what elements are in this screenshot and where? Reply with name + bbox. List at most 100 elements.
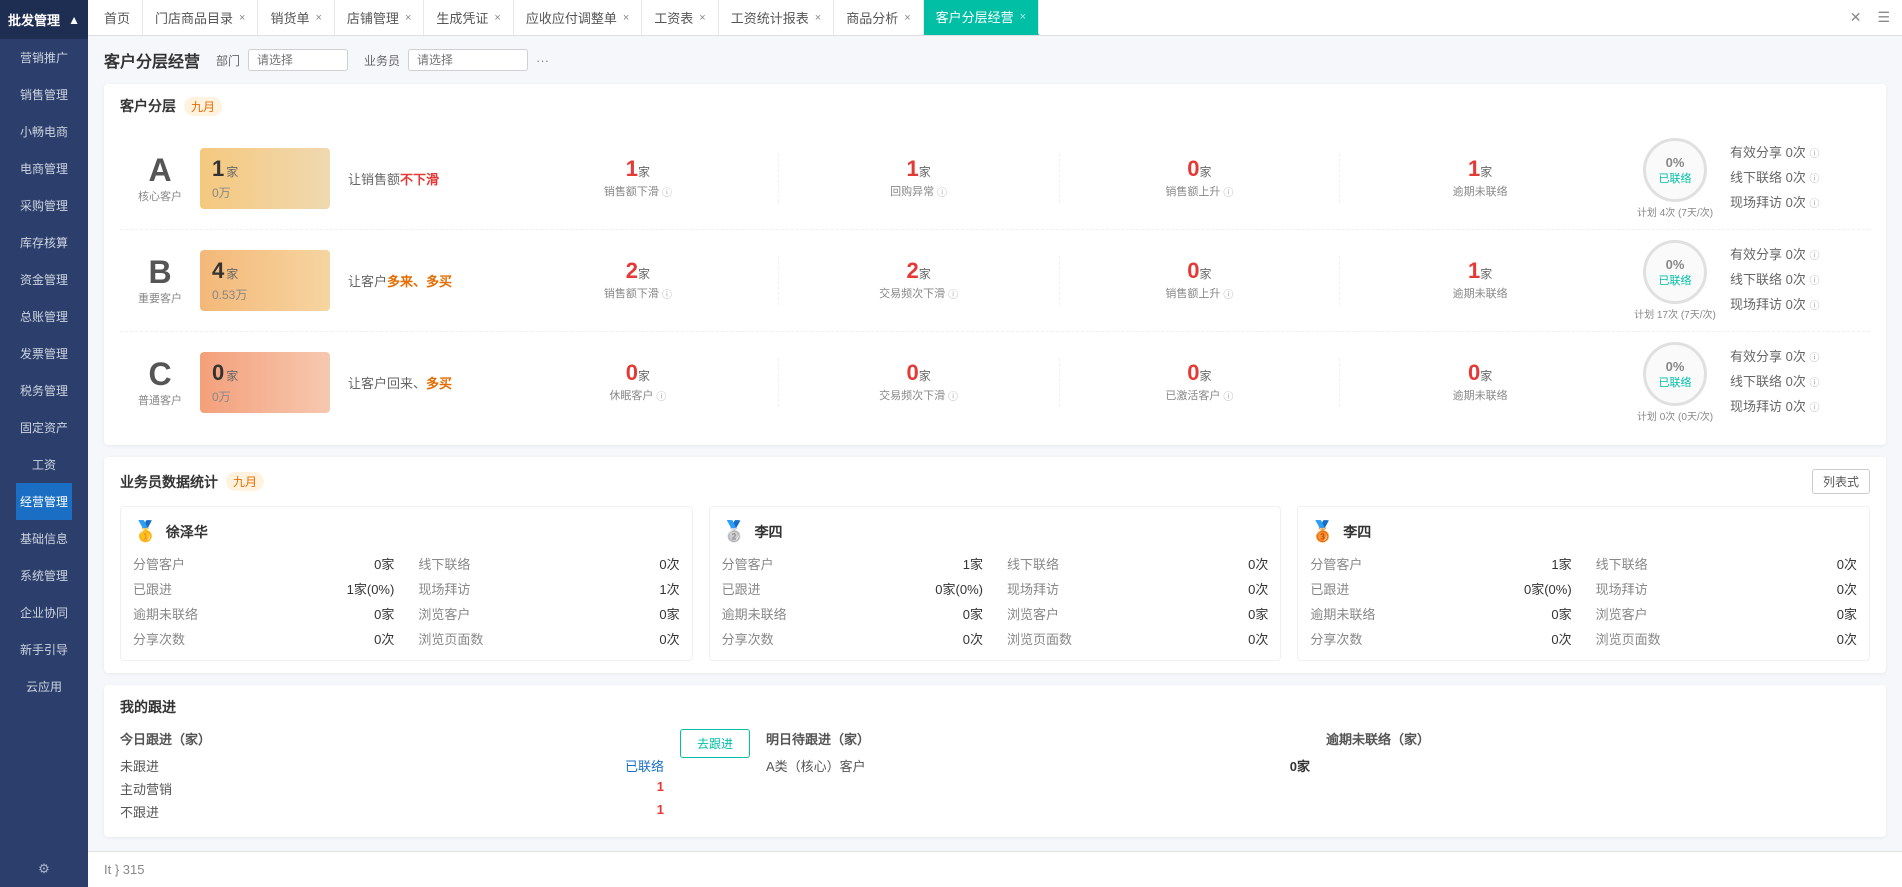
staff-stat-item: 分享次数0次 <box>1310 629 1571 648</box>
tier-suggest-B: 让客户多来、多买 <box>338 271 498 290</box>
staff-stat-value: 0次 <box>1837 629 1857 648</box>
sidebar-item-资金管理[interactable]: 资金管理 <box>16 261 72 298</box>
right-stat-item: 现场拜访 0次 ⓘ <box>1730 191 1870 216</box>
staff-stat-label: 线下联络 <box>418 554 470 573</box>
staff-select[interactable] <box>408 49 528 71</box>
right-stat-item: 现场拜访 0次 ⓘ <box>1730 293 1870 318</box>
tab-店铺管理[interactable]: 店铺管理 × <box>335 0 424 35</box>
staff-stat-value: 1家 <box>1551 554 1571 573</box>
more-filter-icon[interactable]: ··· <box>536 53 549 68</box>
staff-stat-label: 分管客户 <box>1310 554 1362 573</box>
tab-销货单[interactable]: 销货单× <box>258 0 334 35</box>
staff-name-1: 李四 <box>755 522 783 542</box>
staff-stat-value: 1家 <box>963 554 983 573</box>
tier-stats-A: 1家 销售额下滑ⓘ1家 回购异常ⓘ0家 销售额上升ⓘ1家 逾期未联络 <box>498 154 1620 203</box>
go-follow-button[interactable]: 去跟进 <box>680 729 750 758</box>
staff-month-tag: 九月 <box>226 472 264 491</box>
sidebar-item-工资[interactable]: 工资 <box>16 446 72 483</box>
list-view-button[interactable]: 列表式 <box>1812 469 1870 494</box>
staff-stat-label: 浏览页面数 <box>1596 629 1661 648</box>
tab-close-icon[interactable]: × <box>623 12 629 24</box>
tab-工资表[interactable]: 工资表× <box>642 0 718 35</box>
tab-门店商品目录[interactable]: 门店商品目录× <box>143 0 258 35</box>
tab-close-icon[interactable]: × <box>904 12 910 24</box>
staff-stat-label: 现场拜访 <box>418 579 470 598</box>
close-window-icon[interactable]: ✕ <box>1846 7 1866 28</box>
staff-stat-link[interactable]: 0家(0%) <box>935 579 983 598</box>
tab-close-icon[interactable]: × <box>699 12 705 24</box>
staff-stat-label: 线下联络 <box>1007 554 1059 573</box>
staff-stat-item: 浏览客户0家 <box>418 604 679 623</box>
staff-stat-link[interactable]: 1家(0%) <box>347 579 395 598</box>
tier-right-stats-C: 有效分享 0次 ⓘ线下联络 0次 ⓘ现场拜访 0次 ⓘ <box>1730 345 1870 419</box>
sidebar-item-企业协同[interactable]: 企业协同 <box>16 594 72 631</box>
tab-close-icon[interactable]: × <box>315 12 321 24</box>
sidebar-item-电商管理[interactable]: 电商管理 <box>16 150 72 187</box>
sidebar-item-税务管理[interactable]: 税务管理 <box>16 372 72 409</box>
staff-stat-item: 现场拜访0次 <box>1596 579 1857 598</box>
right-stat-item: 线下联络 0次 ⓘ <box>1730 370 1870 395</box>
tab-close-icon[interactable]: × <box>815 12 821 24</box>
staff-stat-link[interactable]: 0家 <box>1551 604 1571 623</box>
sidebar-item-销售管理[interactable]: 销售管理 <box>16 76 72 113</box>
sidebar-settings[interactable]: ⚙ <box>0 851 88 887</box>
staff-stat-value: 0次 <box>963 629 983 648</box>
staff-stat-label: 分享次数 <box>1310 629 1362 648</box>
staff-name-2: 李四 <box>1343 522 1371 542</box>
sidebar-item-总账管理[interactable]: 总账管理 <box>16 298 72 335</box>
tier-contact-B: 0% 已联络 计划 17次 (7天/次) <box>1620 240 1730 321</box>
staff-stat-value: 0家 <box>659 604 679 623</box>
staff-stat-label: 分享次数 <box>133 629 185 648</box>
tab-客户分层经营[interactable]: 客户分层经营× <box>924 0 1039 35</box>
tier-month-tag: 九月 <box>184 97 222 116</box>
staff-stat-link[interactable]: 0家 <box>963 604 983 623</box>
tab-首页[interactable]: 首页 <box>92 0 143 35</box>
sidebar-item-固定资产[interactable]: 固定资产 <box>16 409 72 446</box>
tab-close-icon[interactable]: × <box>239 12 245 24</box>
tab-生成凭证[interactable]: 生成凭证× <box>424 0 513 35</box>
follow-row-value-1: 已联络 <box>625 756 664 775</box>
staff-stat-link[interactable]: 0家 <box>374 604 394 623</box>
tab-menu-icon[interactable]: ☰ <box>1873 7 1894 28</box>
tab-应收应付调整单[interactable]: 应收应付调整单× <box>514 0 642 35</box>
sidebar-item-发票管理[interactable]: 发票管理 <box>16 335 72 372</box>
overdue-follow-title: 逾期未联络（家） <box>1326 729 1870 748</box>
staff-stat-label: 逾期未联络 <box>722 604 787 623</box>
sidebar-item-采购管理[interactable]: 采购管理 <box>16 187 72 224</box>
sidebar-item-基础信息[interactable]: 基础信息 <box>16 520 72 557</box>
sidebar-item-系统管理[interactable]: 系统管理 <box>16 557 72 594</box>
dept-select[interactable] <box>248 49 348 71</box>
staff-stats-section: 业务员数据统计 九月 列表式 🥇 徐泽华分管客户0家线下联络0次已跟进1家(0%… <box>104 457 1886 673</box>
sidebar-item-库存核算[interactable]: 库存核算 <box>16 224 72 261</box>
staff-stat-item: 已跟进1家(0%) <box>133 579 394 598</box>
staff-stat-item: 分享次数0次 <box>722 629 983 648</box>
staff-stat-link[interactable]: 0家(0%) <box>1524 579 1572 598</box>
staff-stats-grid-1: 分管客户1家线下联络0次已跟进0家(0%)现场拜访0次逾期未联络0家浏览客户0家… <box>722 554 1269 648</box>
tab-工资统计报表[interactable]: 工资统计报表× <box>719 0 834 35</box>
tomorrow-val-1: 0家 <box>1290 756 1310 775</box>
tab-label: 店铺管理 <box>347 8 399 27</box>
staff-stat-label: 浏览客户 <box>1007 604 1059 623</box>
sidebar-item-小畅电商[interactable]: 小畅电商 <box>16 113 72 150</box>
tab-商品分析[interactable]: 商品分析× <box>834 0 923 35</box>
staff-section-title: 业务员数据统计 <box>120 472 218 492</box>
today-follow-title: 今日跟进（家） <box>120 729 664 748</box>
sidebar-item-新手引导[interactable]: 新手引导 <box>16 631 72 668</box>
follow-row-2: 主动营销 1 <box>120 779 664 798</box>
page-title: 客户分层经营 <box>104 48 200 72</box>
sidebar-collapse-icon[interactable]: ▲ <box>68 13 80 27</box>
staff-stat-value: 0家 <box>1837 604 1857 623</box>
tier-count-C: 0家 0万 <box>200 352 330 413</box>
follow-row-3: 不跟进 1 <box>120 802 664 821</box>
tab-close-icon[interactable]: × <box>494 12 500 24</box>
staff-medal-0: 🥇 <box>133 519 158 544</box>
sidebar-items: 营销推广销售管理小畅电商电商管理采购管理库存核算资金管理总账管理发票管理税务管理… <box>16 39 72 705</box>
tab-close-icon[interactable]: × <box>1020 11 1026 23</box>
tier-row-C: C普通客户 0家 0万 让客户回来、多买0家 休眠客户ⓘ0家 交易频次下滑ⓘ0家… <box>120 332 1870 433</box>
sidebar-item-经营管理[interactable]: 经营管理 <box>16 483 72 520</box>
sidebar-item-营销推广[interactable]: 营销推广 <box>16 39 72 76</box>
staff-filter: 业务员 ··· <box>364 49 549 71</box>
tab-close-icon[interactable]: × <box>405 12 411 24</box>
tomorrow-follow-title: 明日待跟进（家） <box>766 729 1310 748</box>
sidebar-item-云应用[interactable]: 云应用 <box>16 668 72 705</box>
